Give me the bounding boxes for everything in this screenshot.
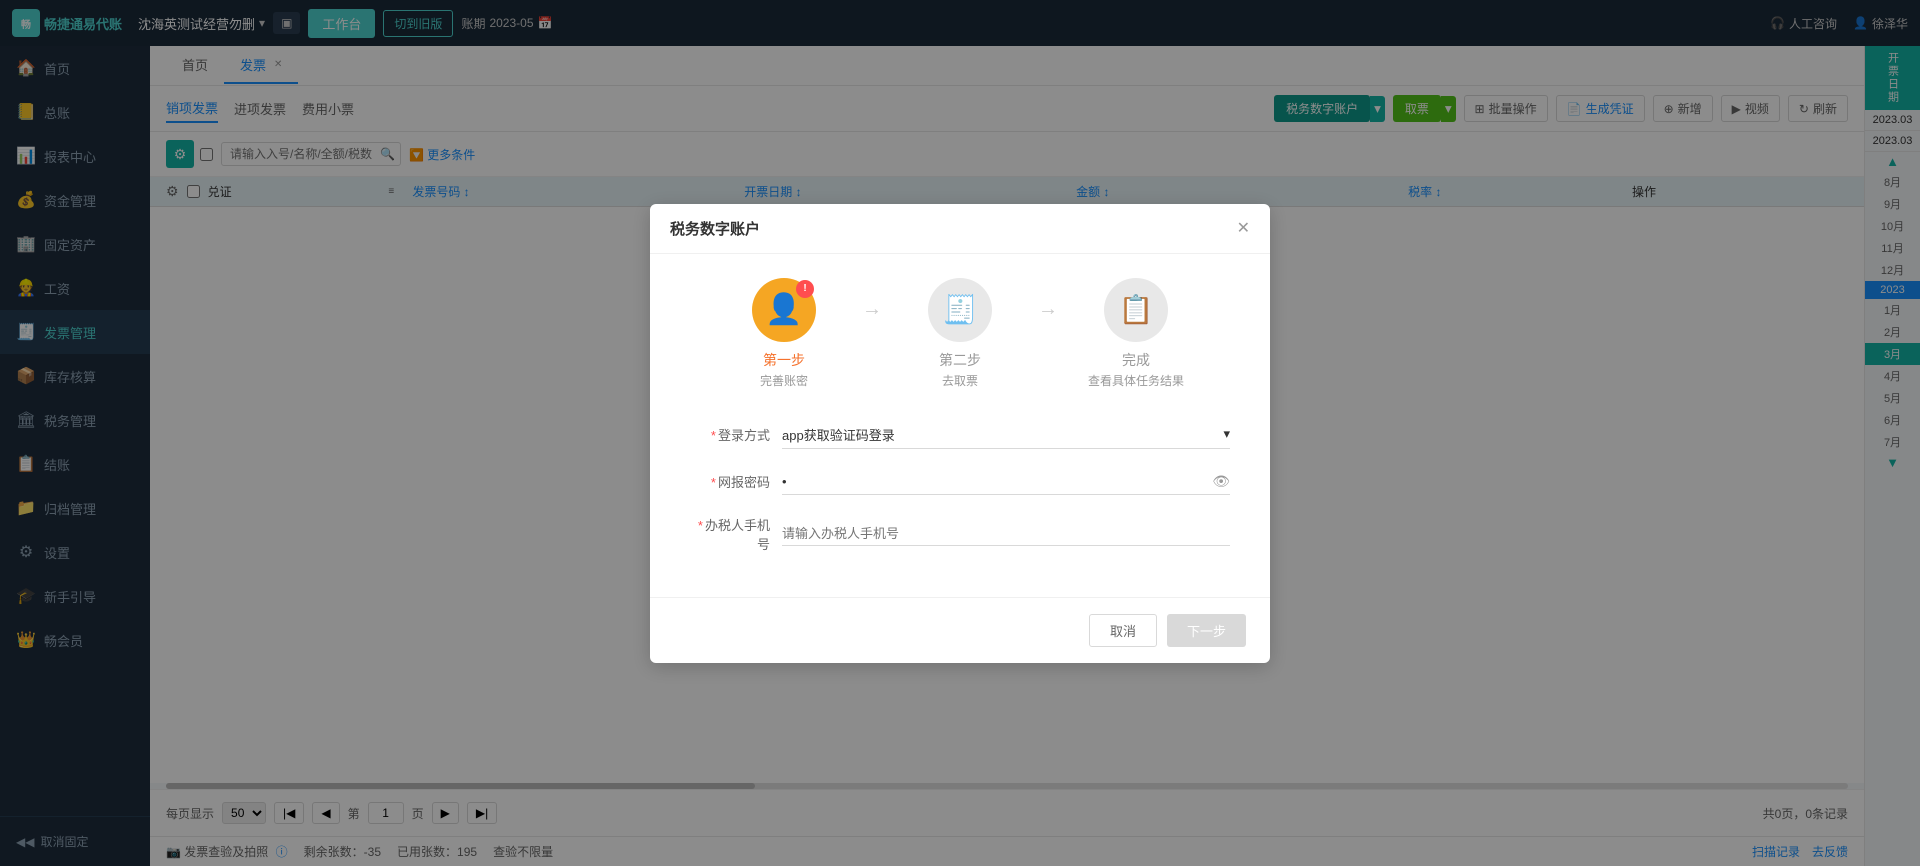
- password-input[interactable]: [782, 474, 1212, 489]
- modal-overlay: 税务数字账户 ✕ 👤 ! 第一步 完善账密 →: [0, 0, 1920, 866]
- step-1-subtitle: 完善账密: [760, 372, 808, 389]
- password-eye-icon[interactable]: 👁: [1212, 473, 1230, 490]
- steps-indicator: 👤 ! 第一步 完善账密 → 🧾 第二步 去取票 →: [690, 278, 1230, 389]
- login-method-label: 登录方式: [690, 425, 770, 444]
- modal-title: 税务数字账户: [670, 218, 760, 239]
- step-3-title: 完成: [1122, 350, 1150, 370]
- phone-input[interactable]: [782, 526, 1230, 541]
- modal-footer: 取消 下一步: [650, 597, 1270, 663]
- tax-digital-modal: 税务数字账户 ✕ 👤 ! 第一步 完善账密 →: [650, 204, 1270, 663]
- password-input-wrap: 👁: [782, 469, 1230, 495]
- cancel-button[interactable]: 取消: [1089, 614, 1157, 647]
- step-1-title: 第一步: [763, 350, 805, 370]
- phone-row: 办税人手机号: [690, 515, 1230, 553]
- step-3: 📋 完成 查看具体任务结果: [1066, 278, 1206, 389]
- next-button[interactable]: 下一步: [1167, 614, 1246, 647]
- login-method-row: 登录方式 app获取验证码登录 ▾: [690, 421, 1230, 449]
- step-2: 🧾 第二步 去取票: [890, 278, 1030, 389]
- step-1: 👤 ! 第一步 完善账密: [714, 278, 854, 389]
- step-3-clipboard-icon: 📋: [1119, 293, 1154, 326]
- select-chevron-icon: ▾: [1223, 426, 1230, 442]
- step-2-receipt-icon: 🧾: [943, 293, 978, 326]
- step-1-badge: !: [796, 280, 814, 298]
- step-3-icon-wrap: 📋: [1104, 278, 1168, 342]
- step-2-subtitle: 去取票: [942, 372, 978, 389]
- step-2-title: 第二步: [939, 350, 981, 370]
- phone-label: 办税人手机号: [690, 515, 770, 553]
- step-2-icon-wrap: 🧾: [928, 278, 992, 342]
- phone-input-wrap: [782, 522, 1230, 546]
- password-label: 网报密码: [690, 472, 770, 491]
- step-arrow-2: →: [1030, 298, 1066, 321]
- modal-header: 税务数字账户 ✕: [650, 204, 1270, 254]
- step-3-subtitle: 查看具体任务结果: [1088, 372, 1184, 389]
- login-method-value: app获取验证码登录: [782, 425, 895, 444]
- modal-close-button[interactable]: ✕: [1237, 218, 1250, 238]
- password-row: 网报密码 👁: [690, 469, 1230, 495]
- login-method-select[interactable]: app获取验证码登录 ▾: [782, 421, 1230, 449]
- step-arrow-1: →: [854, 298, 890, 321]
- modal-body: 👤 ! 第一步 完善账密 → 🧾 第二步 去取票 →: [650, 254, 1270, 597]
- step-1-person-icon: 👤: [765, 292, 802, 327]
- step-1-icon-wrap: 👤 !: [752, 278, 816, 342]
